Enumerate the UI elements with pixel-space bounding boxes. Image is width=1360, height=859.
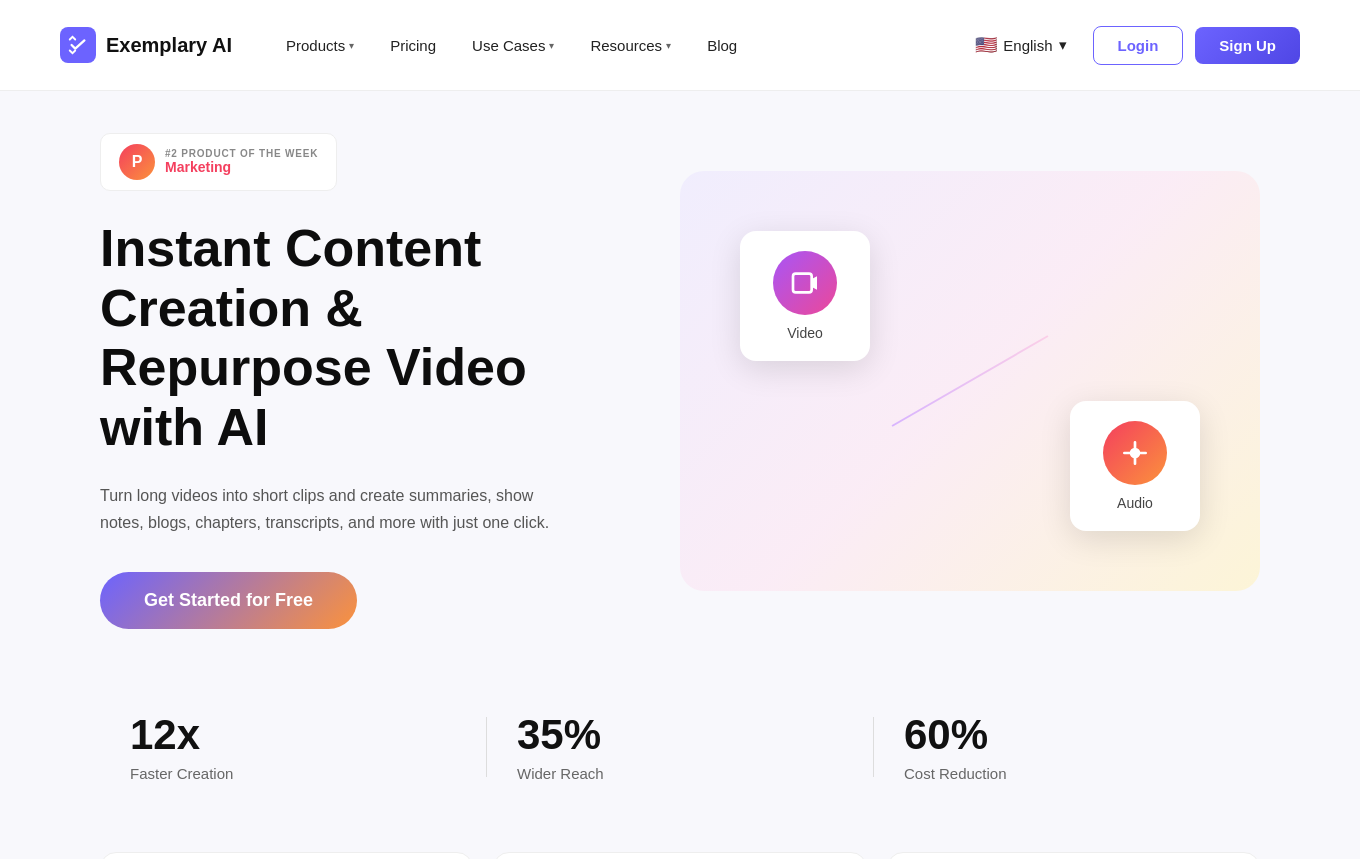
- chevron-down-icon: ▾: [1059, 36, 1067, 54]
- stat-cost: 60% Cost Reduction: [874, 691, 1260, 802]
- audio-icon: [1119, 437, 1151, 469]
- hero-title: Instant Content Creation & Repurpose Vid…: [100, 219, 620, 458]
- stat-cost-label: Cost Reduction: [904, 765, 1230, 782]
- badge-icon: P: [119, 144, 155, 180]
- stat-faster-label: Faster Creation: [130, 765, 456, 782]
- audio-card: Audio: [1070, 401, 1200, 531]
- chevron-down-icon: ▾: [549, 40, 554, 51]
- video-card-label: Video: [787, 325, 823, 341]
- nav-link-pricing[interactable]: Pricing: [376, 29, 450, 62]
- hero-section: P #2 PRODUCT OF THE WEEK Marketing Insta…: [40, 91, 1320, 671]
- feature-card-1: Learn More: [100, 852, 473, 859]
- feature-card-3: Learn More: [887, 852, 1260, 859]
- svg-point-1: [1130, 448, 1141, 459]
- nav-link-products-label: Products: [286, 37, 345, 54]
- audio-icon-circle: [1103, 421, 1167, 485]
- chevron-down-icon: ▾: [349, 40, 354, 51]
- cta-button[interactable]: Get Started for Free: [100, 572, 357, 629]
- hero-left: P #2 PRODUCT OF THE WEEK Marketing Insta…: [100, 133, 620, 630]
- logo-icon: [60, 27, 96, 63]
- svg-rect-0: [793, 274, 812, 293]
- connector-line: [892, 335, 1049, 427]
- stat-faster-number: 12x: [130, 711, 456, 759]
- feature-card-2: Learn More: [493, 852, 866, 859]
- navbar: Exemplary AI Products ▾ Pricing Use Case…: [0, 0, 1360, 91]
- badge-text: #2 PRODUCT OF THE WEEK Marketing: [165, 148, 318, 175]
- stat-cost-number: 60%: [904, 711, 1230, 759]
- feature-cards: Learn More Learn More Learn More: [40, 842, 1320, 859]
- hero-description: Turn long videos into short clips and cr…: [100, 482, 580, 536]
- hero-visual-area: Video Audio: [680, 171, 1260, 591]
- nav-link-products[interactable]: Products ▾: [272, 29, 368, 62]
- nav-link-blog[interactable]: Blog: [693, 29, 751, 62]
- audio-card-label: Audio: [1117, 495, 1153, 511]
- nav-link-usecases-label: Use Cases: [472, 37, 545, 54]
- video-icon: [789, 267, 821, 299]
- stats-section: 12x Faster Creation 35% Wider Reach 60% …: [40, 671, 1320, 842]
- product-badge[interactable]: P #2 PRODUCT OF THE WEEK Marketing: [100, 133, 337, 191]
- language-label: English: [1003, 37, 1052, 54]
- language-button[interactable]: 🇺🇸 English ▾: [961, 26, 1080, 64]
- badge-subtitle: #2 PRODUCT OF THE WEEK: [165, 148, 318, 159]
- nav-links: Products ▾ Pricing Use Cases ▾ Resources…: [272, 29, 961, 62]
- nav-container: Exemplary AI Products ▾ Pricing Use Case…: [60, 0, 1300, 90]
- nav-link-usecases[interactable]: Use Cases ▾: [458, 29, 568, 62]
- nav-link-pricing-label: Pricing: [390, 37, 436, 54]
- logo-area[interactable]: Exemplary AI: [60, 27, 232, 63]
- hero-visual: Video Audio: [680, 171, 1260, 591]
- login-button[interactable]: Login: [1093, 26, 1184, 65]
- signup-button[interactable]: Sign Up: [1195, 27, 1300, 64]
- logo-text: Exemplary AI: [106, 34, 232, 57]
- stat-reach-label: Wider Reach: [517, 765, 843, 782]
- stat-faster: 12x Faster Creation: [100, 691, 486, 802]
- stat-reach: 35% Wider Reach: [487, 691, 873, 802]
- chevron-down-icon: ▾: [666, 40, 671, 51]
- video-icon-circle: [773, 251, 837, 315]
- nav-link-resources-label: Resources: [590, 37, 662, 54]
- nav-link-resources[interactable]: Resources ▾: [576, 29, 685, 62]
- nav-link-blog-label: Blog: [707, 37, 737, 54]
- badge-title: Marketing: [165, 159, 318, 175]
- video-card: Video: [740, 231, 870, 361]
- nav-right: 🇺🇸 English ▾ Login Sign Up: [961, 26, 1300, 65]
- stat-reach-number: 35%: [517, 711, 843, 759]
- logo-svg: [67, 34, 89, 56]
- flag-icon: 🇺🇸: [975, 34, 997, 56]
